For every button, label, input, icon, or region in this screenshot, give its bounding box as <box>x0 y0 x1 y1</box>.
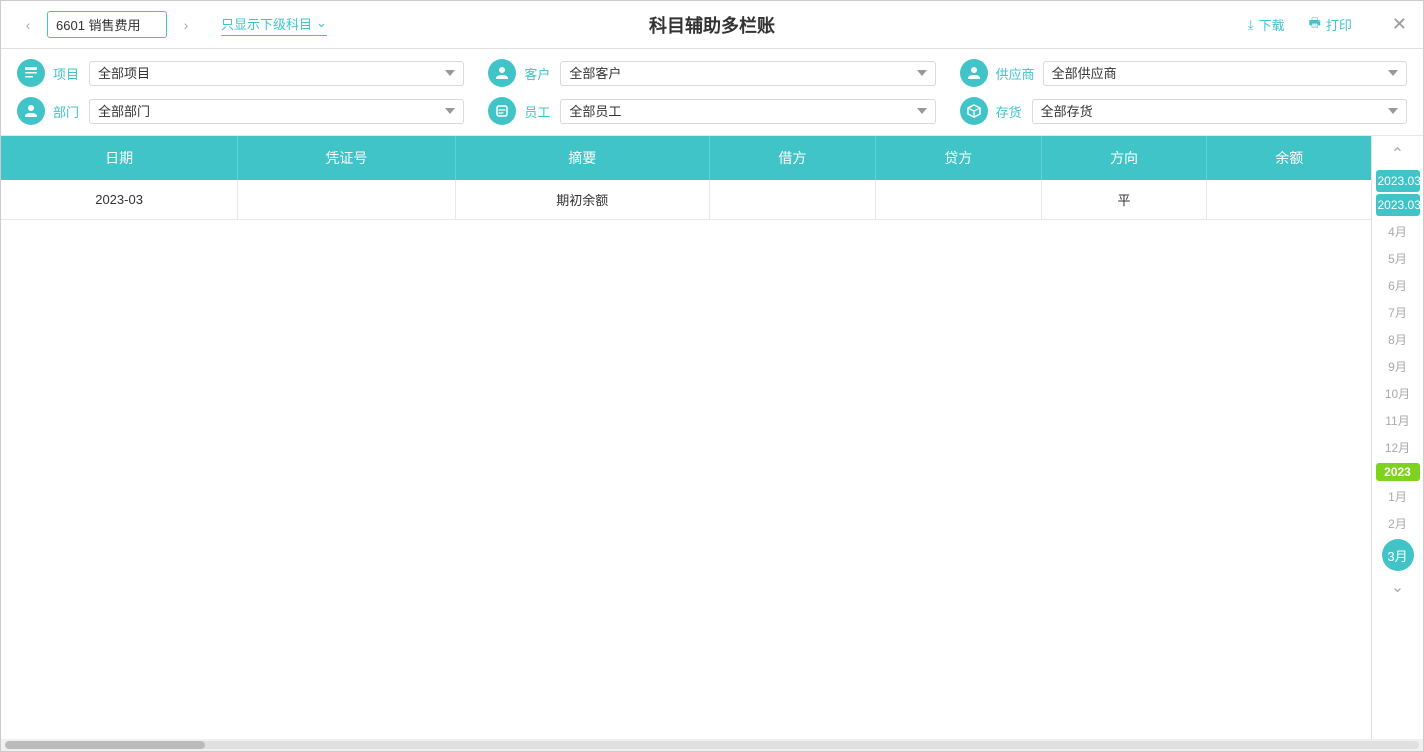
department-label: 部门 <box>53 102 81 121</box>
scrollbar-thumb[interactable] <box>5 741 205 749</box>
sidebar-month-item[interactable]: 6月 <box>1372 272 1424 299</box>
account-code: 6601 销售费用 <box>47 11 167 38</box>
sidebar-month-item[interactable]: 9月 <box>1372 353 1424 380</box>
filter-area: 项目 全部项目 客户 全部客户 供应商 全部供应商 <box>1 49 1423 136</box>
table-main[interactable]: 日期 凭证号 摘要 借方 贷方 方向 余额 2023-03 期初余额 平 <box>1 136 1371 739</box>
table-row[interactable]: 2023-03 期初余额 平 <box>1 180 1371 220</box>
customer-icon <box>488 59 516 87</box>
col-summary: 摘要 <box>455 136 709 180</box>
sidebar-month-item[interactable]: 5月 <box>1372 245 1424 272</box>
cell-debit <box>709 180 875 220</box>
inventory-label: 存货 <box>996 102 1024 121</box>
filter-row-department: 部门 全部部门 <box>17 97 464 125</box>
supplier-icon <box>960 59 988 87</box>
department-icon <box>17 97 45 125</box>
cell-direction: 平 <box>1041 180 1207 220</box>
title-bar: ‹ 6601 销售费用 › 只显示下级科目 ⌄ 科目辅助多栏账 ⤓ 下载 🖶 打… <box>1 1 1423 49</box>
filter-row-inventory: 存货 全部存货 <box>960 97 1407 125</box>
sidebar-scroll-down[interactable]: ⌄ <box>1372 573 1423 601</box>
table-body: 2023-03 期初余额 平 <box>1 180 1371 220</box>
next-account-button[interactable]: › <box>175 14 197 36</box>
customer-select[interactable]: 全部客户 <box>560 61 935 86</box>
horizontal-scrollbar[interactable] <box>1 739 1423 751</box>
filter-row-customer: 客户 全部客户 <box>488 59 935 87</box>
close-button[interactable]: ✕ <box>1392 14 1407 35</box>
sidebar-month-item[interactable]: 10月 <box>1372 380 1424 407</box>
sidebar-month-item[interactable]: 4月 <box>1372 218 1424 245</box>
table-header-row: 日期 凭证号 摘要 借方 贷方 方向 余额 <box>1 136 1371 180</box>
show-sub-dropdown[interactable]: 只显示下级科目 ⌄ <box>221 14 327 36</box>
sidebar-month-item[interactable]: 11月 <box>1372 407 1424 434</box>
ledger-table: 日期 凭证号 摘要 借方 贷方 方向 余额 2023-03 期初余额 平 <box>1 136 1371 220</box>
inventory-select[interactable]: 全部存货 <box>1032 99 1407 124</box>
filter-row-supplier: 供应商 全部供应商 <box>960 59 1407 87</box>
sidebar-month-item[interactable]: 2023.03 <box>1376 194 1420 216</box>
col-date: 日期 <box>1 136 238 180</box>
main-window: ‹ 6601 销售费用 › 只显示下级科目 ⌄ 科目辅助多栏账 ⤓ 下载 🖶 打… <box>0 0 1424 752</box>
project-label: 项目 <box>53 64 81 83</box>
sidebar-month-item[interactable]: 8月 <box>1372 326 1424 353</box>
employee-label: 员工 <box>524 102 552 121</box>
cell-voucher <box>238 180 455 220</box>
sidebar-month-item[interactable]: 7月 <box>1372 299 1424 326</box>
cell-summary: 期初余额 <box>455 180 709 220</box>
filter-row-project: 项目 全部项目 <box>17 59 464 87</box>
col-direction: 方向 <box>1041 136 1207 180</box>
filter-row-employee: 员工 全部员工 <box>488 97 935 125</box>
prev-account-button[interactable]: ‹ <box>17 14 39 36</box>
sidebar-month-item[interactable]: 2023 <box>1376 463 1420 481</box>
customer-label: 客户 <box>524 64 552 83</box>
department-select[interactable]: 全部部门 <box>89 99 464 124</box>
employee-select[interactable]: 全部员工 <box>560 99 935 124</box>
table-container: 日期 凭证号 摘要 借方 贷方 方向 余额 2023-03 期初余额 平 <box>1 136 1423 739</box>
col-credit: 贷方 <box>875 136 1041 180</box>
download-icon: ⤓ <box>1248 17 1254 33</box>
right-sidebar: ⌃ 2023.032023.034月5月6月7月8月9月10月11月12月202… <box>1371 136 1423 739</box>
download-button[interactable]: ⤓ 下载 <box>1248 15 1285 34</box>
sidebar-month-item[interactable]: 3月 <box>1382 539 1414 571</box>
scrollbar-track <box>5 741 1419 749</box>
inventory-icon <box>960 97 988 125</box>
cell-date: 2023-03 <box>1 180 238 220</box>
project-icon <box>17 59 45 87</box>
supplier-select[interactable]: 全部供应商 <box>1043 61 1407 86</box>
print-button[interactable]: 🖶 打印 <box>1309 14 1352 36</box>
cell-balance <box>1207 180 1371 220</box>
col-debit: 借方 <box>709 136 875 180</box>
sidebar-month-item[interactable]: 2023.03 <box>1376 170 1420 192</box>
title-bar-left: ‹ 6601 销售费用 › 只显示下级科目 ⌄ <box>17 11 327 38</box>
col-balance: 余额 <box>1207 136 1371 180</box>
sidebar-month-item[interactable]: 2月 <box>1372 510 1424 537</box>
project-select[interactable]: 全部项目 <box>89 61 464 86</box>
employee-icon <box>488 97 516 125</box>
title-bar-right: ⤓ 下载 🖶 打印 ✕ <box>1248 14 1407 36</box>
sidebar-month-item[interactable]: 1月 <box>1372 483 1424 510</box>
chevron-down-icon: ⌄ <box>316 15 327 31</box>
print-icon: 🖶 <box>1309 14 1321 36</box>
sidebar-scroll-up[interactable]: ⌃ <box>1372 140 1423 168</box>
show-sub-label: 只显示下级科目 <box>221 14 312 33</box>
sidebar-month-item[interactable]: 12月 <box>1372 434 1424 461</box>
sidebar-items-container: 2023.032023.034月5月6月7月8月9月10月11月12月20231… <box>1372 168 1424 573</box>
supplier-label: 供应商 <box>996 64 1035 83</box>
page-title: 科目辅助多栏账 <box>649 12 775 38</box>
empty-space <box>1 220 1371 620</box>
col-voucher: 凭证号 <box>238 136 455 180</box>
download-label: 下载 <box>1259 15 1285 34</box>
print-label: 打印 <box>1326 15 1352 34</box>
cell-credit <box>875 180 1041 220</box>
